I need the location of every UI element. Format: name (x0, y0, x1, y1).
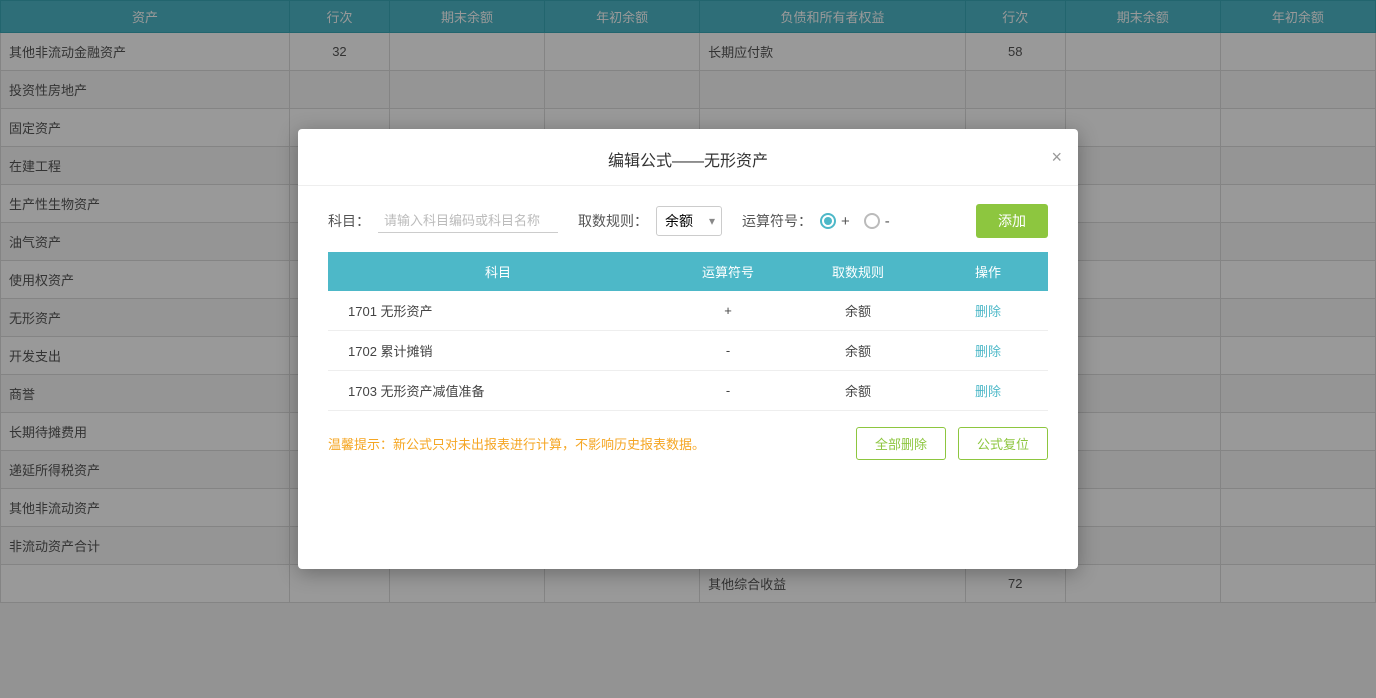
delete-row-link[interactable]: 删除 (975, 304, 1001, 319)
formula-operator: + (668, 291, 788, 331)
edit-formula-modal: 编辑公式——无形资产 × 科目： 取数规则： 余额 运算符号： (298, 129, 1078, 569)
formula-row: 1703 无形资产减值准备 - 余额 删除 (328, 371, 1048, 411)
delete-row-link[interactable]: 删除 (975, 384, 1001, 399)
th-rule: 取数规则 (788, 252, 928, 291)
formula-action[interactable]: 删除 (928, 371, 1048, 411)
formula-action[interactable]: 删除 (928, 331, 1048, 371)
th-subject: 科目 (328, 252, 668, 291)
data-table-wrap: 科目 运算符号 取数规则 操作 1701 无形资产 + 余额 删除 1702 累… (298, 252, 1078, 411)
footer-buttons: 全部删除 公式复位 (856, 427, 1048, 460)
formula-operator: - (668, 331, 788, 371)
radio-minus-circle (864, 213, 880, 229)
formula-table: 科目 运算符号 取数规则 操作 1701 无形资产 + 余额 删除 1702 累… (328, 252, 1048, 411)
form-row: 科目： 取数规则： 余额 运算符号： + (298, 186, 1078, 252)
rule-section: 取数规则： 余额 (578, 206, 722, 236)
radio-plus-label: + (841, 213, 850, 230)
formula-row: 1702 累计摊销 - 余额 删除 (328, 331, 1048, 371)
modal-header: 编辑公式——无形资产 × (298, 129, 1078, 186)
operator-section: 运算符号： + - (742, 211, 890, 231)
operator-radio-group: + - (820, 213, 890, 230)
hint-text: 温馨提示：新公式只对未出报表进行计算，不影响历史报表数据。 (328, 434, 705, 453)
radio-minus[interactable]: - (864, 213, 890, 230)
radio-minus-label: - (885, 213, 890, 230)
radio-plus-circle (820, 213, 836, 229)
subject-label: 科目： (328, 211, 370, 231)
subject-input[interactable] (378, 209, 558, 233)
delete-row-link[interactable]: 删除 (975, 344, 1001, 359)
formula-rule: 余额 (788, 331, 928, 371)
rule-label: 取数规则： (578, 211, 648, 231)
formula-rule: 余额 (788, 291, 928, 331)
modal-title: 编辑公式——无形资产 (608, 147, 768, 171)
reset-formula-button[interactable]: 公式复位 (958, 427, 1048, 460)
th-operator: 运算符号 (668, 252, 788, 291)
close-button[interactable]: × (1051, 148, 1062, 166)
formula-rule: 余额 (788, 371, 928, 411)
radio-plus[interactable]: + (820, 213, 850, 230)
subject-section: 科目： (328, 209, 558, 233)
modal-overlay: 编辑公式——无形资产 × 科目： 取数规则： 余额 运算符号： (0, 0, 1376, 698)
formula-subject: 1703 无形资产减值准备 (328, 371, 668, 411)
formula-subject: 1702 累计摊销 (328, 331, 668, 371)
formula-operator: - (668, 371, 788, 411)
formula-subject: 1701 无形资产 (328, 291, 668, 331)
th-action: 操作 (928, 252, 1048, 291)
operator-label: 运算符号： (742, 211, 812, 231)
formula-row: 1701 无形资产 + 余额 删除 (328, 291, 1048, 331)
formula-action[interactable]: 删除 (928, 291, 1048, 331)
delete-all-button[interactable]: 全部删除 (856, 427, 946, 460)
modal-footer: 温馨提示：新公式只对未出报表进行计算，不影响历史报表数据。 全部删除 公式复位 (298, 411, 1078, 460)
rule-value: 余额 (665, 211, 693, 231)
rule-select[interactable]: 余额 (656, 206, 722, 236)
add-button[interactable]: 添加 (976, 204, 1048, 238)
